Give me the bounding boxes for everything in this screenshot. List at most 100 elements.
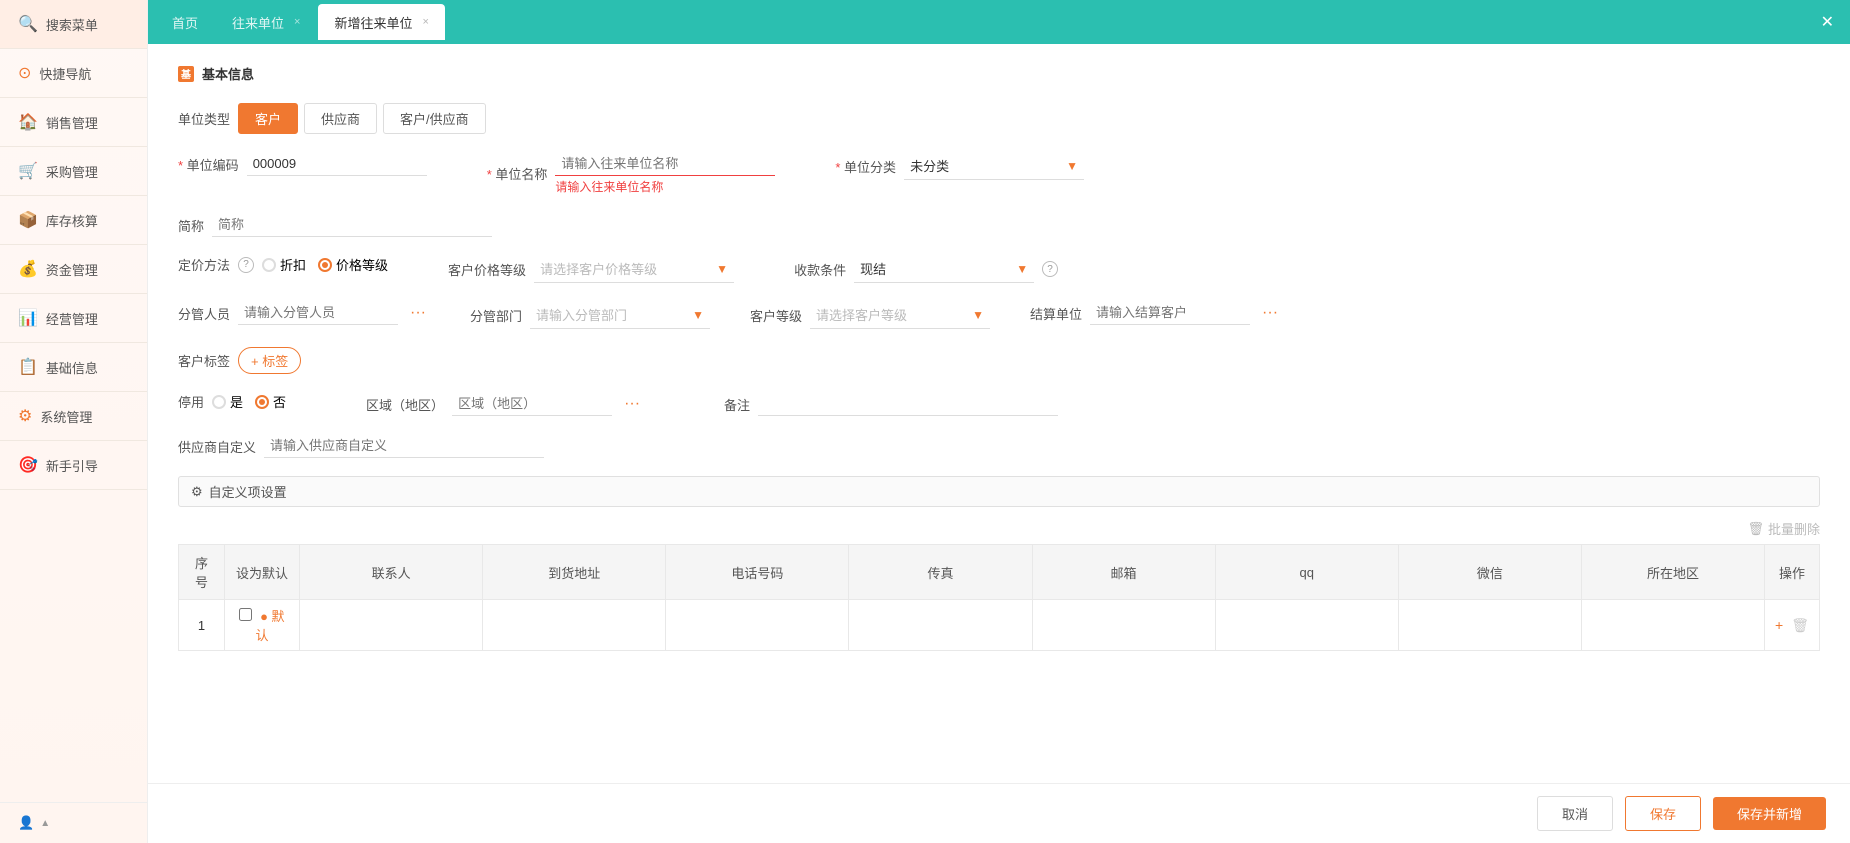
custom-settings-btn[interactable]: ⚙ 自定义项设置 <box>178 476 1820 507</box>
col-phone: 电话号码 <box>666 545 849 600</box>
contact-input[interactable] <box>310 618 472 633</box>
row-contact[interactable] <box>300 600 483 651</box>
default-radio[interactable]: ● 默认 <box>256 609 285 643</box>
remark-group: 备注 <box>724 392 1058 416</box>
customer-level-select[interactable]: 请选择客户等级 ▼ <box>810 301 990 329</box>
batch-delete-label[interactable]: 批量删除 <box>1768 519 1820 538</box>
fax-input[interactable] <box>859 618 1021 633</box>
row-checkbox[interactable] <box>239 608 252 621</box>
save-new-button[interactable]: 保存并新增 <box>1713 797 1826 830</box>
row-region[interactable] <box>1581 600 1764 651</box>
pricing-radio-group: 折扣 价格等级 <box>262 255 388 274</box>
dept-arrow: ▼ <box>692 308 704 322</box>
row-qq[interactable] <box>1215 600 1398 651</box>
row-wechat[interactable] <box>1398 600 1581 651</box>
system-icon: ⚙ <box>18 406 32 426</box>
guide-icon: 🎯 <box>18 455 38 475</box>
delete-row-btn[interactable]: 🗑 <box>1791 617 1809 634</box>
short-name-row: 简称 <box>178 213 1820 237</box>
row-phone[interactable] <box>666 600 849 651</box>
settlement-input[interactable] <box>1090 301 1250 325</box>
tab-partners[interactable]: 往来单位 × <box>216 4 316 40</box>
qq-input[interactable] <box>1226 618 1388 633</box>
sidebar-item-finance[interactable]: 💰 资金管理 <box>0 245 147 294</box>
disable-no-option[interactable]: 否 <box>255 392 286 411</box>
supplier-custom-input[interactable] <box>264 434 544 458</box>
finance-icon: 💰 <box>18 259 38 279</box>
tab-new-partner-close[interactable]: × <box>422 16 428 28</box>
row-email[interactable] <box>1032 600 1215 651</box>
email-input[interactable] <box>1043 618 1205 633</box>
tabs-bar: 首页 往来单位 × 新增往来单位 × ✕ <box>148 0 1850 44</box>
table-region-input[interactable] <box>1592 618 1754 633</box>
payment-help-icon[interactable]: ? <box>1042 261 1058 277</box>
disable-yes-option[interactable]: 是 <box>212 392 243 411</box>
phone-input[interactable] <box>676 618 838 633</box>
settlement-more-btn[interactable]: ··· <box>1258 304 1282 322</box>
pricing-level-option[interactable]: 价格等级 <box>318 255 388 274</box>
payment-select[interactable]: 现结 ▼ <box>854 255 1034 283</box>
sidebar-item-inventory[interactable]: 📦 库存核算 <box>0 196 147 245</box>
address-input[interactable] <box>493 618 655 633</box>
region-more-btn[interactable]: ··· <box>620 395 644 413</box>
disable-label: 停用 <box>178 392 204 411</box>
customer-level-arrow: ▼ <box>972 308 984 322</box>
sidebar-item-operations[interactable]: 📊 经营管理 <box>0 294 147 343</box>
sidebar-label-inventory: 库存核算 <box>46 211 98 230</box>
price-level-select[interactable]: 请选择客户价格等级 ▼ <box>534 255 734 283</box>
unit-btn-customer[interactable]: 客户 <box>238 103 298 134</box>
region-input[interactable] <box>452 392 612 416</box>
user-icon: 👤 <box>18 815 34 831</box>
manager-group: 分管人员 ··· <box>178 301 430 325</box>
sidebar-item-purchase[interactable]: 🛒 采购管理 <box>0 147 147 196</box>
sidebar-item-quick-nav[interactable]: ⊙ 快捷导航 <box>0 49 147 98</box>
row-fax[interactable] <box>849 600 1032 651</box>
row-address[interactable] <box>483 600 666 651</box>
name-input[interactable] <box>555 152 775 176</box>
manager-more-btn[interactable]: ··· <box>406 304 430 322</box>
pricing-discount-option[interactable]: 折扣 <box>262 255 306 274</box>
category-group: 单位分类 未分类 ▼ <box>835 152 1084 180</box>
remark-input[interactable] <box>758 392 1058 416</box>
quick-nav-icon: ⊙ <box>18 63 31 83</box>
name-group: 单位名称 请输入往来单位名称 <box>487 152 776 195</box>
save-button[interactable]: 保存 <box>1625 796 1701 831</box>
name-input-wrap: 请输入往来单位名称 <box>555 152 775 195</box>
cancel-button[interactable]: 取消 <box>1537 796 1613 831</box>
add-tag-btn[interactable]: + 标签 <box>238 347 301 374</box>
tab-partners-label: 往来单位 <box>232 13 284 32</box>
sidebar-item-guide[interactable]: 🎯 新手引导 <box>0 441 147 490</box>
sidebar-item-sales[interactable]: 🏠 销售管理 <box>0 98 147 147</box>
sales-icon: 🏠 <box>18 112 38 132</box>
supplier-custom-label: 供应商自定义 <box>178 437 256 456</box>
dept-select[interactable]: 请输入分管部门 ▼ <box>530 301 710 329</box>
unit-btn-both[interactable]: 客户/供应商 <box>383 103 486 134</box>
pricing-group: 定价方法 ? 折扣 价格等级 <box>178 255 388 274</box>
gear-icon: ⚙ <box>191 484 203 500</box>
tab-home[interactable]: 首页 <box>156 4 214 40</box>
disable-yes-radio[interactable] <box>212 395 226 409</box>
add-row-btn[interactable]: + <box>1775 617 1783 633</box>
short-name-input[interactable] <box>212 213 492 237</box>
sidebar-item-search[interactable]: 🔍 搜索菜单 <box>0 0 147 49</box>
pricing-help-icon[interactable]: ? <box>238 257 254 273</box>
wechat-input[interactable] <box>1409 618 1571 633</box>
table-row: 1 ● 默认 <box>179 600 1820 651</box>
category-select[interactable]: 未分类 ▼ <box>904 152 1084 180</box>
pricing-level-radio[interactable] <box>318 258 332 272</box>
manager-input[interactable] <box>238 301 398 325</box>
pricing-discount-radio[interactable] <box>262 258 276 272</box>
tab-new-partner[interactable]: 新增往来单位 × <box>318 4 444 40</box>
pricing-level-label: 价格等级 <box>336 255 388 274</box>
sidebar-item-system[interactable]: ⚙ 系统管理 <box>0 392 147 441</box>
disable-no-radio[interactable] <box>255 395 269 409</box>
close-window-button[interactable]: ✕ <box>1813 8 1842 36</box>
dept-group: 分管部门 请输入分管部门 ▼ <box>470 301 710 329</box>
code-name-category-row: 单位编码 单位名称 请输入往来单位名称 单位分类 未分类 ▼ <box>178 152 1820 195</box>
sidebar-item-basic-info[interactable]: 📋 基础信息 <box>0 343 147 392</box>
dept-placeholder: 请输入分管部门 <box>536 305 688 324</box>
unit-btn-supplier[interactable]: 供应商 <box>304 103 377 134</box>
pricing-row: 定价方法 ? 折扣 价格等级 客户价格等级 <box>178 255 1820 283</box>
code-input[interactable] <box>247 152 427 176</box>
tab-partners-close[interactable]: × <box>294 16 300 28</box>
